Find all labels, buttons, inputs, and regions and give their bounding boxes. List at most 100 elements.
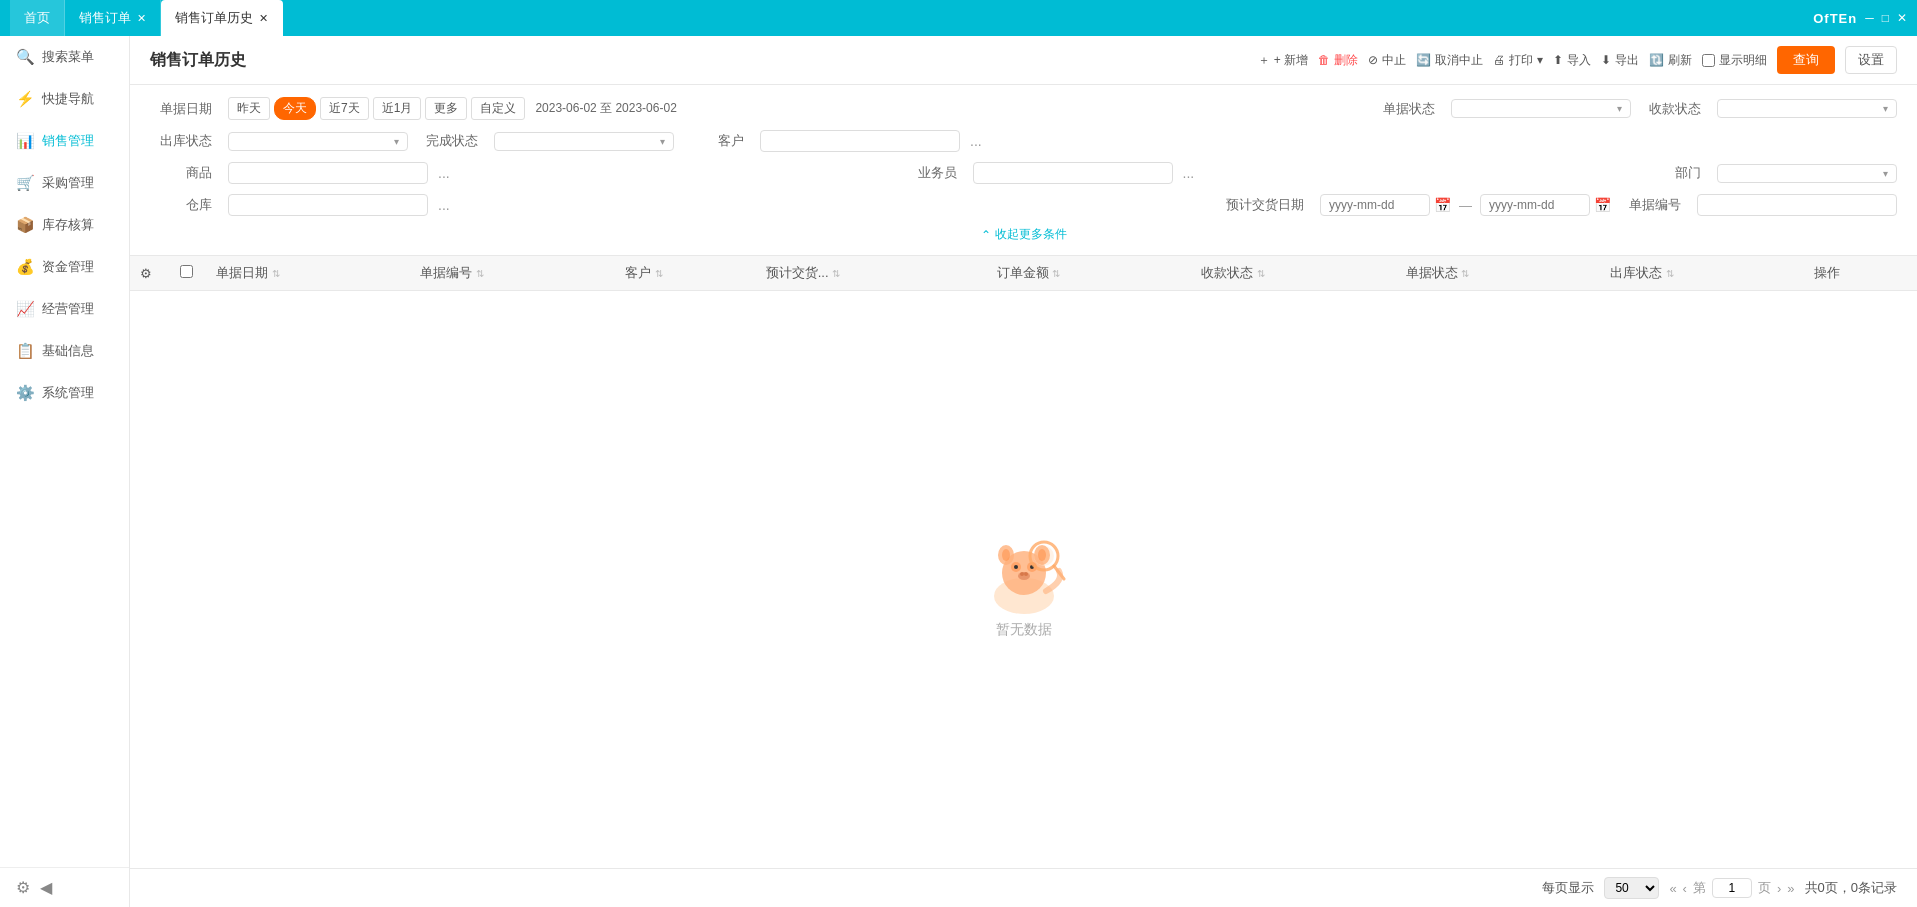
sidebar-item-basic[interactable]: 📋 基础信息 xyxy=(0,330,129,372)
delete-button[interactable]: 🗑 删除 xyxy=(1318,52,1358,69)
delivery-date-end[interactable] xyxy=(1480,194,1590,216)
delivery-date-start[interactable] xyxy=(1320,194,1430,216)
last-page-btn[interactable]: » xyxy=(1787,881,1794,896)
th-receipt-status-sort-icon[interactable]: ⇅ xyxy=(1257,268,1265,279)
basic-info-icon: 📋 xyxy=(16,342,34,360)
sidebar-item-inventory[interactable]: 📦 库存核算 xyxy=(0,204,129,246)
settings-button[interactable]: 设置 xyxy=(1845,46,1897,74)
salesman-dots[interactable]: ... xyxy=(1183,165,1195,181)
filter-row-2: 出库状态 ▾ 完成状态 ▾ 客户 ... xyxy=(150,130,1897,152)
salesman-input[interactable] xyxy=(973,162,1173,184)
sidebar-item-search[interactable]: 🔍 搜索菜单 xyxy=(0,36,129,78)
export-button[interactable]: ⬇ 导出 xyxy=(1601,52,1639,69)
date-1month[interactable]: 近1月 xyxy=(373,97,422,120)
add-button[interactable]: ＋ + 新增 xyxy=(1258,52,1308,69)
maximize-icon[interactable]: □ xyxy=(1882,11,1889,25)
th-checkbox[interactable] xyxy=(170,256,206,291)
per-page-select[interactable]: 50 100 200 xyxy=(1604,877,1659,899)
warehouse-field: ... xyxy=(228,194,1218,216)
table-footer: 每页显示 50 100 200 « ‹ 第 页 › » 共0页，0条记录 xyxy=(130,868,1917,907)
sidebar-item-purchase[interactable]: 🛒 采购管理 xyxy=(0,162,129,204)
print-button[interactable]: 🖨 打印 ▾ xyxy=(1493,52,1543,69)
th-no-sort-icon[interactable]: ⇅ xyxy=(476,268,484,279)
goods-input[interactable] xyxy=(228,162,428,184)
minimize-icon[interactable]: ─ xyxy=(1865,11,1874,25)
goods-dots[interactable]: ... xyxy=(438,165,450,181)
th-date-sort-icon[interactable]: ⇅ xyxy=(272,268,280,279)
sidebar-settings-icon[interactable]: ⚙ xyxy=(16,878,30,897)
cancel-stop-icon: 🔄 xyxy=(1416,53,1431,67)
th-delivery-sort-icon[interactable]: ⇅ xyxy=(832,268,840,279)
display-detail-check[interactable]: 显示明细 xyxy=(1702,52,1767,69)
dept-select[interactable]: ▾ xyxy=(1717,164,1897,183)
table-gear-icon[interactable]: ⚙ xyxy=(140,266,152,281)
sidebar-item-sales-label: 销售管理 xyxy=(42,132,94,150)
warehouse-dots[interactable]: ... xyxy=(438,197,450,213)
date-more[interactable]: 更多 xyxy=(425,97,467,120)
date-yesterday[interactable]: 昨天 xyxy=(228,97,270,120)
outbound-select[interactable]: ▾ xyxy=(228,132,408,151)
th-outbound-status-sort-icon[interactable]: ⇅ xyxy=(1666,268,1674,279)
cancel-stop-button[interactable]: 🔄 取消中止 xyxy=(1416,52,1483,69)
filter-row-3: 商品 ... 业务员 ... 部门 ▾ xyxy=(150,162,1897,184)
th-doc-status-sort-icon[interactable]: ⇅ xyxy=(1461,268,1469,279)
warehouse-input[interactable] xyxy=(228,194,428,216)
dept-arrow: ▾ xyxy=(1883,168,1888,179)
date-today[interactable]: 今天 xyxy=(274,97,316,120)
filter-area: 单据日期 昨天 今天 近7天 近1月 更多 自定义 2023-06-02 至 2… xyxy=(130,85,1917,256)
th-amount-sort-icon[interactable]: ⇅ xyxy=(1052,268,1060,279)
sidebar-item-sales[interactable]: 📊 销售管理 xyxy=(0,120,129,162)
first-page-btn[interactable]: « xyxy=(1669,881,1676,896)
th-operation-label: 操作 xyxy=(1814,265,1840,280)
date-7days[interactable]: 近7天 xyxy=(320,97,369,120)
customer-dots[interactable]: ... xyxy=(970,133,982,149)
empty-text: 暂无数据 xyxy=(996,621,1052,639)
customer-input[interactable] xyxy=(760,130,960,152)
sidebar-item-quick-nav[interactable]: ⚡ 快捷导航 xyxy=(0,78,129,120)
sidebar-collapse-icon[interactable]: ◀ xyxy=(40,878,52,897)
date-cal-end-icon[interactable]: 📅 xyxy=(1594,197,1611,213)
page-number-input[interactable] xyxy=(1712,878,1752,898)
stop-button[interactable]: ⊘ 中止 xyxy=(1368,52,1406,69)
salesman-label: 业务员 xyxy=(895,164,965,182)
import-button[interactable]: ⬆ 导入 xyxy=(1553,52,1591,69)
tab-home[interactable]: 首页 xyxy=(10,0,65,36)
toolbar: ＋ + 新增 🗑 删除 ⊘ 中止 🔄 取消中止 🖨 打印 xyxy=(1258,46,1897,74)
date-custom[interactable]: 自定义 xyxy=(471,97,525,120)
total-records: 共0页，0条记录 xyxy=(1805,879,1897,897)
order-no-input[interactable] xyxy=(1697,194,1897,216)
sidebar-item-search-label: 搜索菜单 xyxy=(42,48,94,66)
sidebar-item-basic-label: 基础信息 xyxy=(42,342,94,360)
th-customer-label: 客户 xyxy=(625,265,651,280)
th-customer-sort-icon[interactable]: ⇅ xyxy=(655,268,663,279)
doc-status-select[interactable]: ▾ xyxy=(1451,99,1631,118)
next-page-btn[interactable]: › xyxy=(1777,881,1781,896)
sidebar-item-operation-label: 经营管理 xyxy=(42,300,94,318)
th-settings[interactable]: ⚙ xyxy=(130,256,170,291)
display-detail-checkbox[interactable] xyxy=(1702,54,1715,67)
delivery-date-label: 预计交货日期 xyxy=(1226,196,1312,214)
sidebar-item-system[interactable]: ⚙️ 系统管理 xyxy=(0,372,129,414)
receipt-status-select[interactable]: ▾ xyxy=(1717,99,1897,118)
prev-page-btn[interactable]: ‹ xyxy=(1683,881,1687,896)
complete-select[interactable]: ▾ xyxy=(494,132,674,151)
refresh-icon: 🔃 xyxy=(1649,53,1664,67)
tab-sales-order[interactable]: 销售订单 ✕ xyxy=(65,0,161,36)
select-all-checkbox[interactable] xyxy=(180,265,193,278)
sidebar-item-finance[interactable]: 💰 资金管理 xyxy=(0,246,129,288)
print-arrow-icon: ▾ xyxy=(1537,53,1543,67)
export-label: 导出 xyxy=(1615,52,1639,69)
th-date-label: 单据日期 xyxy=(216,265,268,280)
sidebar-item-operation[interactable]: 📈 经营管理 xyxy=(0,288,129,330)
tab-sales-order-history[interactable]: 销售订单历史 ✕ xyxy=(161,0,283,36)
close-tab-sales-order[interactable]: ✕ xyxy=(137,12,146,25)
query-button[interactable]: 查询 xyxy=(1777,46,1835,74)
table-area: ⚙ 单据日期 ⇅ 单据编号 ⇅ xyxy=(130,256,1917,868)
outbound-label: 出库状态 xyxy=(150,132,220,150)
refresh-button[interactable]: 🔃 刷新 xyxy=(1649,52,1692,69)
close-tab-history[interactable]: ✕ xyxy=(259,12,268,25)
date-cal-start-icon[interactable]: 📅 xyxy=(1434,197,1451,213)
svg-point-15 xyxy=(1038,549,1046,561)
collapse-button[interactable]: ⌃ 收起更多条件 xyxy=(150,226,1897,243)
window-close-icon[interactable]: ✕ xyxy=(1897,11,1907,25)
